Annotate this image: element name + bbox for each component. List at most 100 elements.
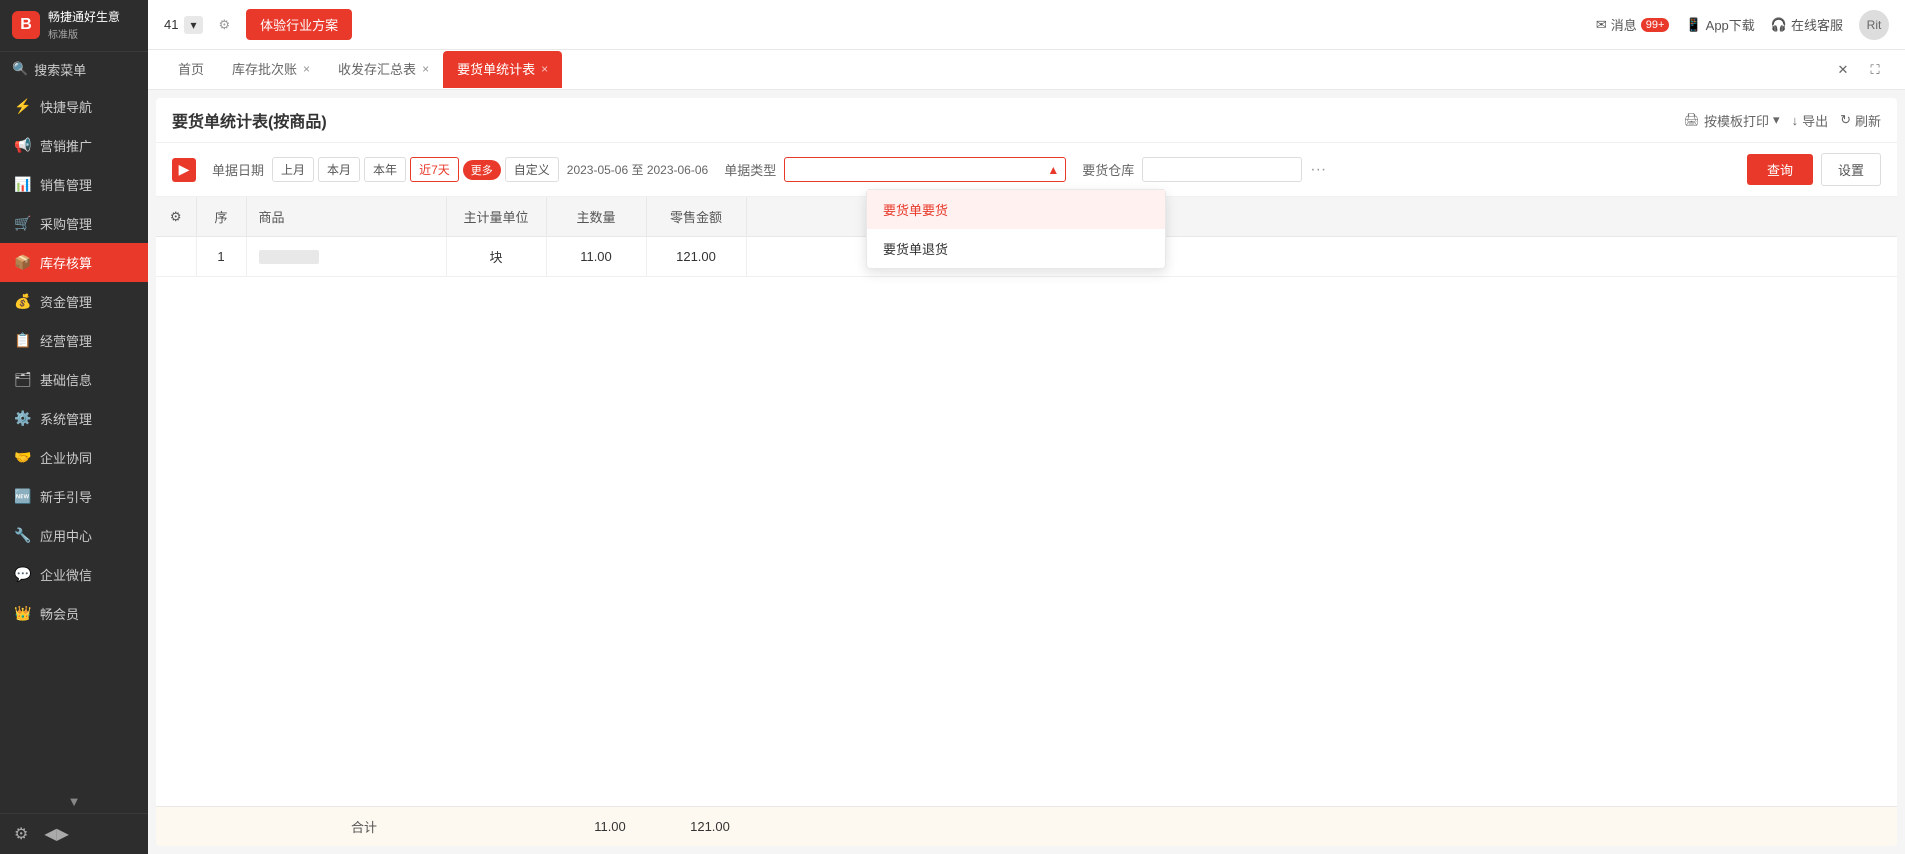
td-settings — [156, 237, 196, 277]
message-btn[interactable]: ✉ 消息 99+ — [1596, 15, 1670, 34]
product-placeholder — [259, 250, 319, 264]
app-download-btn[interactable]: 📱 App下载 — [1685, 15, 1754, 34]
sidebar-item-label: 资金管理 — [40, 292, 92, 311]
td-num: 1 — [196, 237, 246, 277]
sidebar-item-label: 快捷导航 — [40, 97, 92, 116]
print-template-btn[interactable]: 🖨 按模板打印 ▾ — [1684, 111, 1780, 130]
tab-recv-summary-label: 收发存汇总表 — [338, 59, 416, 78]
sidebar-scroll-down[interactable]: ▼ — [0, 790, 148, 813]
wechat-icon: 💬 — [14, 565, 32, 583]
filter-more-btn[interactable]: 更多 — [463, 160, 501, 180]
collapse-icon[interactable]: ◀▶ — [44, 824, 69, 844]
query-btn[interactable]: 查询 — [1747, 154, 1813, 185]
filter-bar: ▶ 单据日期 上月 本月 本年 近7天 更多 自定义 2023-05-06 至 … — [156, 143, 1897, 197]
apps-icon: 🔧 — [14, 526, 32, 544]
settings-icon[interactable]: ⚙ — [14, 824, 28, 844]
filter-type-group: 单据类型 ▲ — [724, 157, 1066, 182]
tab-home[interactable]: 首页 — [164, 51, 218, 88]
tab-expand-btn[interactable]: ⛶ — [1861, 56, 1889, 84]
sidebar-item-marketing[interactable]: 📢 营销推广 — [0, 126, 148, 165]
filter-date-last-month[interactable]: 上月 — [272, 157, 314, 182]
printer-icon: 🖨 — [1684, 112, 1701, 128]
headset-icon: 🎧 — [1771, 17, 1787, 33]
th-amount: 零售金额 — [646, 197, 746, 237]
sidebar-item-label: 畅会员 — [40, 604, 79, 623]
sidebar-item-wechat[interactable]: 💬 企业微信 — [0, 555, 148, 594]
online-service-btn[interactable]: 🎧 在线客服 — [1771, 15, 1843, 34]
tab-close-all-btn[interactable]: ✕ — [1829, 56, 1857, 84]
app-name: 畅捷通好生意 — [48, 10, 120, 26]
sidebar-item-operation[interactable]: 📋 经营管理 — [0, 321, 148, 360]
filter-type-input[interactable] — [785, 158, 1065, 181]
sidebar-item-label: 采购管理 — [40, 214, 92, 233]
sales-icon: 📊 — [14, 175, 32, 193]
tabs-end-btns: ✕ ⛶ — [1829, 56, 1889, 84]
sidebar-item-member[interactable]: 👑 畅会员 — [0, 594, 148, 633]
dropdown-item-order-goods[interactable]: 要货单要货 — [867, 190, 1165, 229]
export-btn[interactable]: ↓ 导出 — [1792, 111, 1829, 130]
tab-home-label: 首页 — [178, 59, 204, 78]
filter-date-this-month[interactable]: 本月 — [318, 157, 360, 182]
refresh-label: 刷新 — [1855, 111, 1881, 130]
logo-icon: B — [12, 11, 40, 39]
th-qty: 主数量 — [546, 197, 646, 237]
td-amount: 121.00 — [646, 237, 746, 277]
sidebar-item-enterprise[interactable]: 🤝 企业协同 — [0, 438, 148, 477]
settings-icon-header[interactable]: ⚙ — [219, 17, 231, 33]
search-icon: 🔍 — [12, 61, 28, 77]
sidebar-nav: ⚡ 快捷导航 📢 营销推广 📊 销售管理 🛒 采购管理 📦 库存核算 💰 资金管… — [0, 87, 148, 790]
guide-icon: 🆕 — [14, 487, 32, 505]
table-wrap: ⚙ 序 商品 主计量单位 主数量 零售金额 1 — [156, 197, 1897, 806]
export-icon: ↓ — [1792, 113, 1799, 128]
app-download-label: App下载 — [1706, 15, 1755, 34]
settings-btn[interactable]: 设置 — [1821, 153, 1881, 186]
page-content: 要货单统计表(按商品) 🖨 按模板打印 ▾ ↓ 导出 ↻ 刷新 — [148, 90, 1905, 854]
store-badge: ▾ — [184, 16, 202, 34]
filter-custom-btn[interactable]: 自定义 — [505, 157, 559, 182]
sidebar-item-label: 企业协同 — [40, 448, 92, 467]
tab-order-summary[interactable]: 要货单统计表 × — [443, 51, 562, 88]
store-selector[interactable]: 41 ▾ — [164, 16, 203, 34]
tab-inventory-batch-close[interactable]: × — [303, 62, 310, 76]
filter-date-this-year[interactable]: 本年 — [364, 157, 406, 182]
sidebar-item-label: 新手引导 — [40, 487, 92, 506]
sidebar-item-guide[interactable]: 🆕 新手引导 — [0, 477, 148, 516]
message-label: 消息 — [1611, 15, 1637, 34]
page-header: 要货单统计表(按商品) 🖨 按模板打印 ▾ ↓ 导出 ↻ 刷新 — [156, 98, 1897, 143]
dropdown-item-order-return[interactable]: 要货单退货 — [867, 229, 1165, 268]
sidebar-item-basic[interactable]: 🗂 基础信息 — [0, 360, 148, 399]
refresh-btn[interactable]: ↻ 刷新 — [1840, 111, 1881, 130]
sidebar-item-system[interactable]: ⚙️ 系统管理 — [0, 399, 148, 438]
tab-order-summary-close[interactable]: × — [541, 62, 548, 76]
sidebar-item-apps[interactable]: 🔧 应用中心 — [0, 516, 148, 555]
filter-type-arrow[interactable]: ▲ — [1047, 163, 1059, 177]
filter-warehouse-input[interactable] — [1142, 157, 1302, 182]
filter-more-icon[interactable]: ··· — [1310, 161, 1326, 179]
footer-label: 合计 — [168, 817, 560, 836]
sidebar-item-quick-nav[interactable]: ⚡ 快捷导航 — [0, 87, 148, 126]
filter-collapse-btn[interactable]: ▶ — [172, 158, 196, 182]
online-service-label: 在线客服 — [1791, 15, 1843, 34]
page-inner: 要货单统计表(按商品) 🖨 按模板打印 ▾ ↓ 导出 ↻ 刷新 — [156, 98, 1897, 846]
sidebar-item-sales[interactable]: 📊 销售管理 — [0, 165, 148, 204]
th-settings[interactable]: ⚙ — [156, 197, 196, 237]
sidebar-item-label: 系统管理 — [40, 409, 92, 428]
basic-icon: 🗂 — [14, 370, 32, 388]
filter-date-last-7days[interactable]: 近7天 — [410, 157, 459, 182]
tab-recv-summary[interactable]: 收发存汇总表 × — [324, 51, 443, 88]
tab-recv-summary-close[interactable]: × — [422, 62, 429, 76]
export-label: 导出 — [1802, 111, 1828, 130]
industry-btn[interactable]: 体验行业方案 — [246, 9, 352, 40]
marketing-icon: 📢 — [14, 136, 32, 154]
page-header-actions: 🖨 按模板打印 ▾ ↓ 导出 ↻ 刷新 — [1684, 111, 1882, 130]
sidebar-item-inventory[interactable]: 📦 库存核算 — [0, 243, 148, 282]
main-wrapper: 41 ▾ ⚙ 体验行业方案 ✉ 消息 99+ 📱 App下载 🎧 在线客服 Ri… — [148, 0, 1905, 854]
sidebar-item-finance[interactable]: 💰 资金管理 — [0, 282, 148, 321]
sidebar-item-label: 销售管理 — [40, 175, 92, 194]
app-logo: B 畅捷通好生意 标准版 — [0, 0, 148, 52]
sidebar-item-purchase[interactable]: 🛒 采购管理 — [0, 204, 148, 243]
user-avatar[interactable]: Rit — [1859, 10, 1889, 40]
filter-type-input-wrap: ▲ — [784, 157, 1066, 182]
search-menu[interactable]: 🔍 搜索菜单 — [0, 52, 148, 87]
tab-inventory-batch[interactable]: 库存批次账 × — [218, 51, 324, 88]
